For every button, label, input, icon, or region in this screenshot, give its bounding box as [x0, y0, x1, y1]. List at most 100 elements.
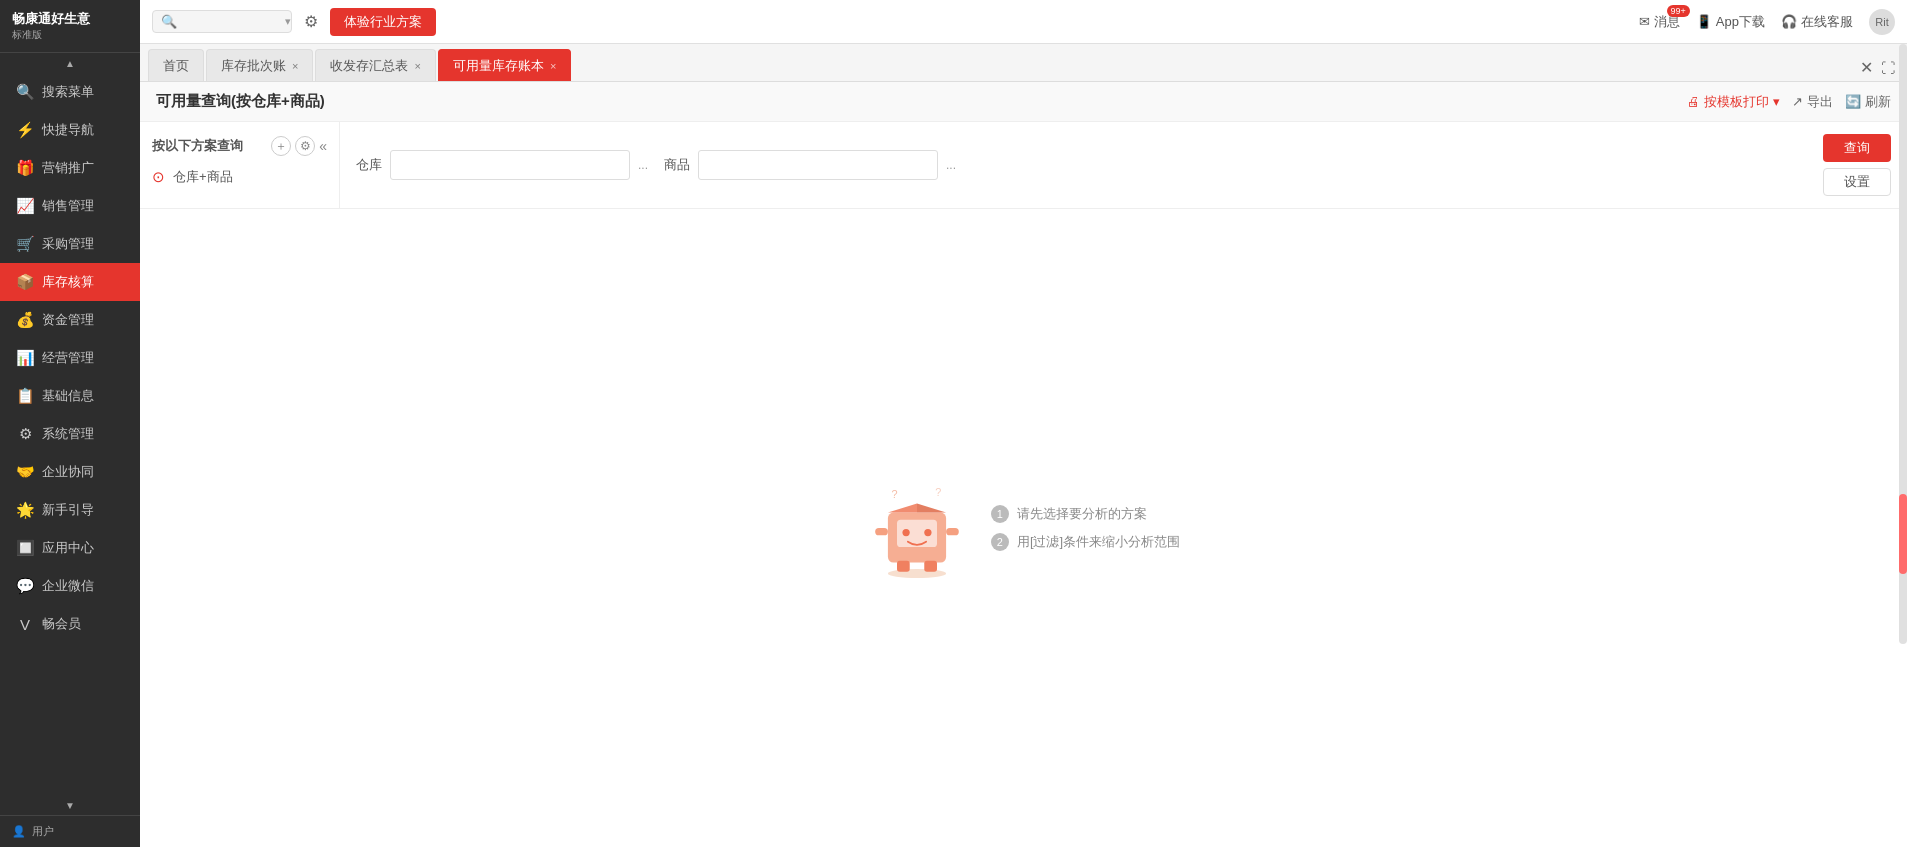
sidebar-scroll-up[interactable]: ▲ [0, 53, 140, 73]
search-icon: 🔍 [161, 14, 177, 29]
filter-panel: 按以下方案查询 ＋ ⚙ « ⊙ 仓库+商品 仓库 [140, 122, 1907, 209]
print-template-label: 按模板打印 [1704, 93, 1769, 111]
add-scheme-button[interactable]: ＋ [271, 136, 291, 156]
topbar-right: ✉ 消息 99+ 📱 App下载 🎧 在线客服 Rit [1639, 9, 1895, 35]
svg-marker-3 [917, 503, 946, 512]
operations-icon: 📊 [16, 349, 34, 367]
svg-point-0 [888, 569, 946, 578]
export-label: 导出 [1807, 93, 1833, 111]
sidebar-bottom: 👤 用户 [0, 815, 140, 847]
gear-icon[interactable]: ⚙ [300, 8, 322, 35]
sidebar-item-enterprise-wechat[interactable]: 💬 企业微信 [0, 567, 140, 605]
scheme-header-label: 按以下方案查询 [152, 137, 243, 155]
refresh-button[interactable]: 🔄 刷新 [1845, 93, 1891, 111]
scheme-header-actions: ＋ ⚙ « [271, 136, 327, 156]
sidebar-item-search[interactable]: 🔍 搜索菜单 [0, 73, 140, 111]
sidebar-item-marketing-promo[interactable]: 🎁 营销推广 [0, 149, 140, 187]
tab-available-qty[interactable]: 可用量库存账本 × [438, 49, 571, 81]
tip-text-2: 用[过滤]条件来缩小分析范围 [1017, 533, 1180, 551]
collapse-scheme-button[interactable]: « [319, 136, 327, 156]
sidebar-item-app-center[interactable]: 🔲 应用中心 [0, 529, 140, 567]
funds-icon: 💰 [16, 311, 34, 329]
sidebar-item-label: 企业协同 [42, 463, 94, 481]
tip-item-2: 2 用[过滤]条件来缩小分析范围 [991, 533, 1180, 551]
query-row: 仓库 ... 商品 ... 查询 设置 [356, 134, 1891, 196]
tab-inventory-summary[interactable]: 收发存汇总表 × [315, 49, 435, 81]
tab-available-qty-close[interactable]: × [550, 60, 556, 72]
export-icon: ↗ [1792, 94, 1803, 109]
message-button[interactable]: ✉ 消息 99+ [1639, 13, 1680, 31]
sidebar-item-operations-mgmt[interactable]: 📊 经营管理 [0, 339, 140, 377]
print-template-button[interactable]: 🖨 按模板打印 ▾ [1687, 93, 1780, 111]
tabs-close-all-icon[interactable]: ✕ [1860, 58, 1873, 77]
sidebar-scroll-down[interactable]: ▼ [0, 795, 140, 815]
online-service-button[interactable]: 🎧 在线客服 [1781, 13, 1853, 31]
sidebar-item-label: 应用中心 [42, 539, 94, 557]
sidebar-item-vip[interactable]: V 畅会员 [0, 605, 140, 643]
sidebar-item-funds-mgmt[interactable]: 💰 资金管理 [0, 301, 140, 339]
warehouse-field: 仓库 ... [356, 150, 648, 180]
wechat-icon: 💬 [16, 577, 34, 595]
sidebar-item-sales-mgmt[interactable]: 📈 销售管理 [0, 187, 140, 225]
goods-input[interactable] [698, 150, 938, 180]
empty-illustration: ? ? [867, 478, 967, 578]
sidebar-item-label: 营销推广 [42, 159, 94, 177]
chevron-down-icon[interactable]: ▾ [1773, 94, 1780, 109]
tab-inventory-summary-close[interactable]: × [414, 60, 420, 72]
scheme-item-label: 仓库+商品 [173, 168, 233, 186]
right-scrollbar[interactable] [1899, 44, 1907, 644]
message-badge: 99+ [1667, 5, 1690, 17]
export-button[interactable]: ↗ 导出 [1792, 93, 1833, 111]
scheme-header: 按以下方案查询 ＋ ⚙ « [140, 132, 339, 160]
scheme-sidebar: 按以下方案查询 ＋ ⚙ « ⊙ 仓库+商品 [140, 122, 340, 208]
page-actions: 🖨 按模板打印 ▾ ↗ 导出 🔄 刷新 [1687, 93, 1891, 111]
svg-rect-7 [875, 528, 888, 535]
tab-available-qty-label: 可用量库存账本 [453, 57, 544, 75]
inventory-icon: 📦 [16, 273, 34, 291]
sidebar-item-newbie-guide[interactable]: 🌟 新手引导 [0, 491, 140, 529]
tip-num-2: 2 [991, 533, 1009, 551]
topbar-search-input[interactable] [181, 15, 281, 29]
topbar-search-box: 🔍 ▾ [152, 10, 292, 33]
coop-icon: 🤝 [16, 463, 34, 481]
tab-batch-account-label: 库存批次账 [221, 57, 286, 75]
chevron-down-icon[interactable]: ▾ [285, 15, 291, 28]
app-version: 标准版 [12, 28, 128, 42]
sidebar-item-inventory[interactable]: 📦 库存核算 [0, 263, 140, 301]
sidebar-item-label: 采购管理 [42, 235, 94, 253]
tab-home[interactable]: 首页 [148, 49, 204, 81]
sidebar-item-purchase-mgmt[interactable]: 🛒 采购管理 [0, 225, 140, 263]
app-download-button[interactable]: 📱 App下载 [1696, 13, 1765, 31]
sidebar-item-shortcut[interactable]: ⚡ 快捷导航 [0, 111, 140, 149]
industry-solution-button[interactable]: 体验行业方案 [330, 8, 436, 36]
manage-scheme-button[interactable]: ⚙ [295, 136, 315, 156]
avatar[interactable]: Rit [1869, 9, 1895, 35]
scheme-item-warehouse-goods[interactable]: ⊙ 仓库+商品 [140, 160, 339, 194]
tabs-expand-icon[interactable]: ⛶ [1881, 60, 1895, 76]
svg-text:?: ? [891, 488, 897, 500]
topbar: 🔍 ▾ ⚙ 体验行业方案 ✉ 消息 99+ 📱 App下载 🎧 在线客服 Rit [140, 0, 1907, 44]
online-service-label: 在线客服 [1801, 13, 1853, 31]
tab-batch-account-close[interactable]: × [292, 60, 298, 72]
svg-point-6 [924, 529, 931, 536]
goods-more-button[interactable]: ... [946, 158, 956, 172]
empty-tips: 1 请先选择要分析的方案 2 用[过滤]条件来缩小分析范围 [991, 505, 1180, 551]
settings-button[interactable]: 设置 [1823, 168, 1891, 196]
phone-icon: 📱 [1696, 14, 1712, 29]
tab-batch-account[interactable]: 库存批次账 × [206, 49, 313, 81]
sidebar-item-basic-info[interactable]: 📋 基础信息 [0, 377, 140, 415]
message-icon: ✉ [1639, 14, 1650, 29]
user-icon: 👤 [12, 825, 26, 838]
basic-info-icon: 📋 [16, 387, 34, 405]
warehouse-input[interactable] [390, 150, 630, 180]
sidebar-item-enterprise-coop[interactable]: 🤝 企业协同 [0, 453, 140, 491]
page-title: 可用量查询(按仓库+商品) [156, 92, 325, 111]
sidebar-item-system-mgmt[interactable]: ⚙ 系统管理 [0, 415, 140, 453]
scrollbar-thumb[interactable] [1899, 494, 1907, 574]
warehouse-more-button[interactable]: ... [638, 158, 648, 172]
sidebar-item-label: 资金管理 [42, 311, 94, 329]
query-button[interactable]: 查询 [1823, 134, 1891, 162]
system-icon: ⚙ [16, 425, 34, 443]
tip-item-1: 1 请先选择要分析的方案 [991, 505, 1180, 523]
app-download-label: App下载 [1716, 13, 1765, 31]
